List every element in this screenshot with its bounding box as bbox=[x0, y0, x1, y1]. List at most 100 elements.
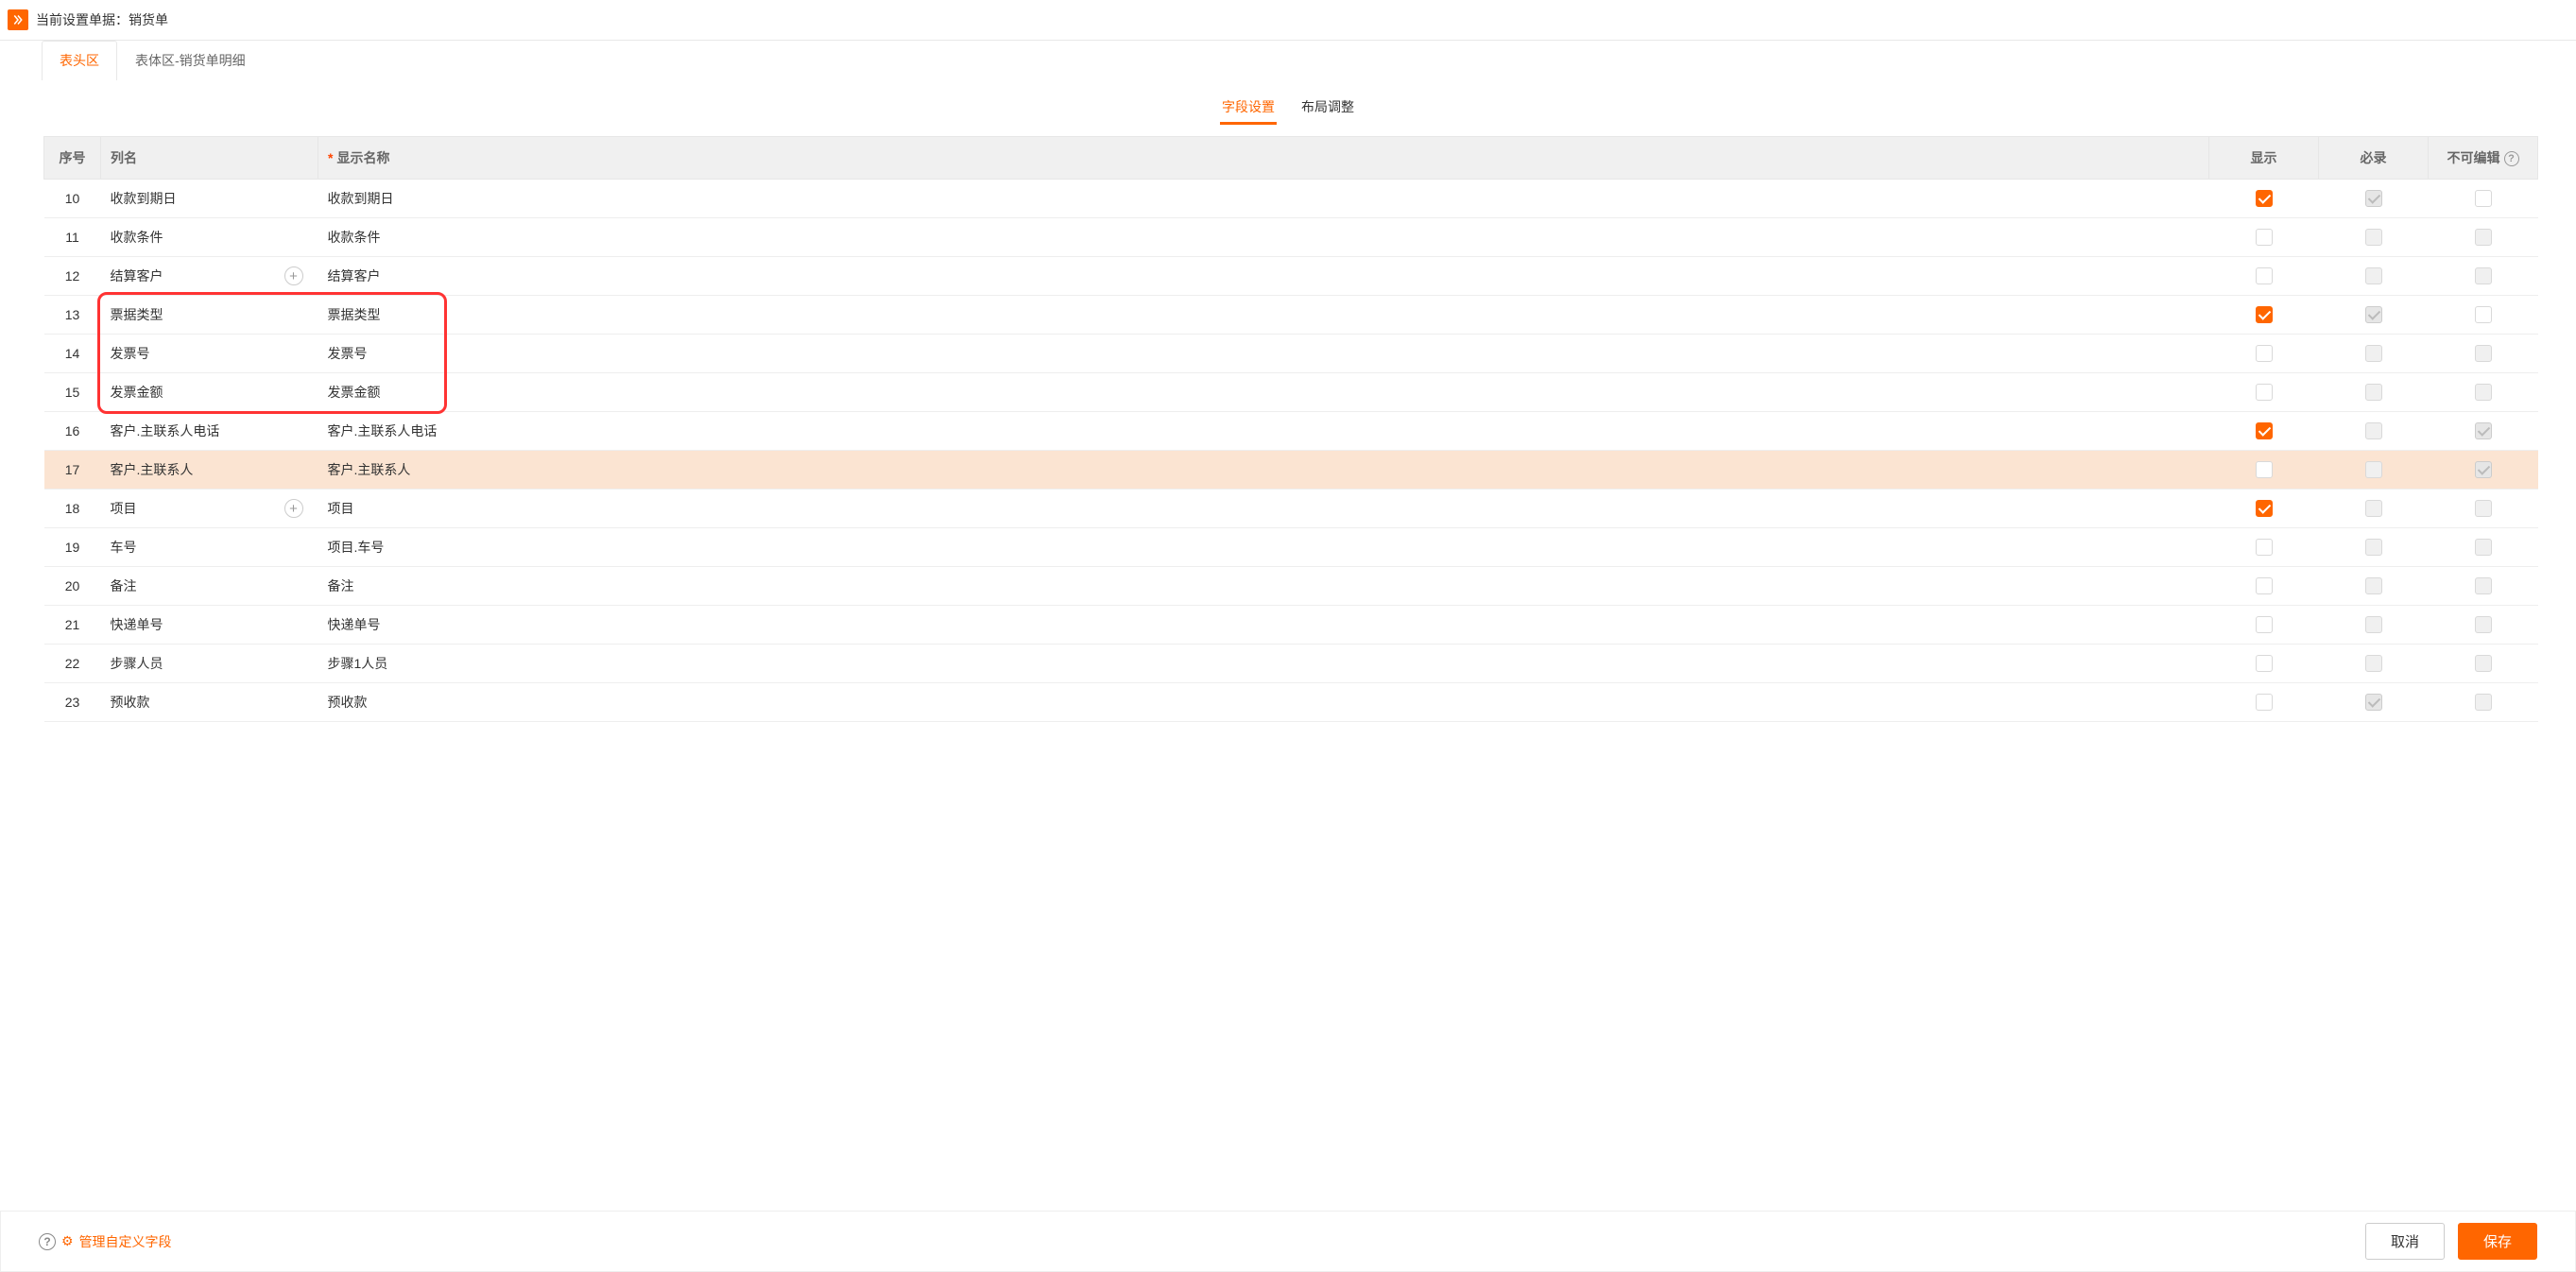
table-row[interactable]: 23预收款预收款 bbox=[44, 683, 2538, 722]
col-header-readonly: 不可编辑? bbox=[2429, 137, 2538, 180]
checkbox-show[interactable] bbox=[2256, 616, 2273, 633]
checkbox-show[interactable] bbox=[2256, 500, 2273, 517]
cell-name: 票据类型 bbox=[101, 296, 318, 335]
table-row[interactable]: 11收款条件收款条件 bbox=[44, 218, 2538, 257]
help-icon[interactable]: ? bbox=[2504, 151, 2519, 166]
footer: ? ⚙ 管理自定义字段 取消 保存 bbox=[0, 1211, 2576, 1272]
checkbox-show[interactable] bbox=[2256, 345, 2273, 362]
cell-name: 发票号 bbox=[101, 335, 318, 373]
table-row[interactable]: 13票据类型票据类型 bbox=[44, 296, 2538, 335]
cell-show bbox=[2209, 335, 2319, 373]
cell-show bbox=[2209, 257, 2319, 296]
cell-display-name[interactable]: 快递单号 bbox=[318, 606, 2209, 645]
cell-display-name[interactable]: 客户.主联系人电话 bbox=[318, 412, 2209, 451]
cell-display-name[interactable]: 项目 bbox=[318, 490, 2209, 528]
subtab[interactable]: 字段设置 bbox=[1220, 92, 1277, 125]
cell-seq: 10 bbox=[44, 180, 101, 218]
cell-show bbox=[2209, 606, 2319, 645]
cell-required bbox=[2319, 567, 2429, 606]
subtab[interactable]: 布局调整 bbox=[1299, 92, 1356, 125]
plus-icon[interactable]: + bbox=[284, 266, 303, 285]
checkbox-show[interactable] bbox=[2256, 306, 2273, 323]
checkbox-required bbox=[2365, 267, 2382, 284]
checkbox-required bbox=[2365, 229, 2382, 246]
cell-show bbox=[2209, 218, 2319, 257]
cell-readonly bbox=[2429, 451, 2538, 490]
save-button[interactable]: 保存 bbox=[2458, 1223, 2537, 1260]
cell-required bbox=[2319, 490, 2429, 528]
checkbox-show[interactable] bbox=[2256, 461, 2273, 478]
checkbox-readonly bbox=[2475, 577, 2492, 594]
table-row[interactable]: 14发票号发票号 bbox=[44, 335, 2538, 373]
cell-name: 客户.主联系人电话 bbox=[101, 412, 318, 451]
col-header-seq: 序号 bbox=[44, 137, 101, 180]
tab[interactable]: 表头区 bbox=[42, 41, 117, 80]
cell-display-name[interactable]: 预收款 bbox=[318, 683, 2209, 722]
cell-required bbox=[2319, 606, 2429, 645]
checkbox-show[interactable] bbox=[2256, 422, 2273, 439]
cell-display-name[interactable]: 发票金额 bbox=[318, 373, 2209, 412]
cell-seq: 22 bbox=[44, 645, 101, 683]
table-row[interactable]: 22步骤人员步骤1人员 bbox=[44, 645, 2538, 683]
checkbox-required bbox=[2365, 190, 2382, 207]
cancel-button[interactable]: 取消 bbox=[2365, 1223, 2445, 1260]
cell-display-name[interactable]: 步骤1人员 bbox=[318, 645, 2209, 683]
table-row[interactable]: 12结算客户+结算客户 bbox=[44, 257, 2538, 296]
checkbox-show[interactable] bbox=[2256, 655, 2273, 672]
table-row[interactable]: 21快递单号快递单号 bbox=[44, 606, 2538, 645]
tab[interactable]: 表体区-销货单明细 bbox=[117, 41, 264, 80]
cell-show bbox=[2209, 180, 2319, 218]
cell-show bbox=[2209, 412, 2319, 451]
checkbox-readonly bbox=[2475, 345, 2492, 362]
checkbox-required bbox=[2365, 655, 2382, 672]
checkbox-readonly bbox=[2475, 461, 2492, 478]
cell-readonly bbox=[2429, 606, 2538, 645]
table-row[interactable]: 17客户.主联系人客户.主联系人 bbox=[44, 451, 2538, 490]
cell-display-name[interactable]: 收款到期日 bbox=[318, 180, 2209, 218]
checkbox-show[interactable] bbox=[2256, 229, 2273, 246]
manage-custom-fields-link[interactable]: 管理自定义字段 bbox=[79, 1232, 172, 1251]
checkbox-readonly bbox=[2475, 655, 2492, 672]
checkbox-show[interactable] bbox=[2256, 539, 2273, 556]
cell-name: 快递单号 bbox=[101, 606, 318, 645]
plus-icon[interactable]: + bbox=[284, 499, 303, 518]
header-label: 当前设置单据：销货单 bbox=[36, 10, 168, 29]
cell-readonly bbox=[2429, 412, 2538, 451]
cell-display-name[interactable]: 发票号 bbox=[318, 335, 2209, 373]
table-row[interactable]: 20备注备注 bbox=[44, 567, 2538, 606]
help-icon[interactable]: ? bbox=[39, 1233, 56, 1250]
checkbox-show[interactable] bbox=[2256, 267, 2273, 284]
cell-seq: 19 bbox=[44, 528, 101, 567]
cell-display-name[interactable]: 收款条件 bbox=[318, 218, 2209, 257]
cell-seq: 16 bbox=[44, 412, 101, 451]
cell-required bbox=[2319, 451, 2429, 490]
cell-required bbox=[2319, 528, 2429, 567]
checkbox-readonly bbox=[2475, 694, 2492, 711]
cell-required bbox=[2319, 412, 2429, 451]
cell-show bbox=[2209, 373, 2319, 412]
cell-required bbox=[2319, 645, 2429, 683]
cell-readonly bbox=[2429, 567, 2538, 606]
cell-display-name[interactable]: 客户.主联系人 bbox=[318, 451, 2209, 490]
cell-display-name[interactable]: 项目.车号 bbox=[318, 528, 2209, 567]
cell-display-name[interactable]: 结算客户 bbox=[318, 257, 2209, 296]
checkbox-show[interactable] bbox=[2256, 577, 2273, 594]
checkbox-show[interactable] bbox=[2256, 384, 2273, 401]
checkbox-show[interactable] bbox=[2256, 694, 2273, 711]
expand-button[interactable] bbox=[8, 9, 28, 30]
checkbox-readonly[interactable] bbox=[2475, 306, 2492, 323]
cell-name: 项目+ bbox=[101, 490, 318, 528]
cell-display-name[interactable]: 票据类型 bbox=[318, 296, 2209, 335]
table-row[interactable]: 15发票金额发票金额 bbox=[44, 373, 2538, 412]
main-tabs: 表头区表体区-销货单明细 bbox=[0, 41, 2576, 80]
cell-display-name[interactable]: 备注 bbox=[318, 567, 2209, 606]
table-row[interactable]: 19车号项目.车号 bbox=[44, 528, 2538, 567]
table-row[interactable]: 18项目+项目 bbox=[44, 490, 2538, 528]
cell-required bbox=[2319, 373, 2429, 412]
checkbox-readonly[interactable] bbox=[2475, 190, 2492, 207]
cell-name: 发票金额 bbox=[101, 373, 318, 412]
table-row[interactable]: 10收款到期日收款到期日 bbox=[44, 180, 2538, 218]
checkbox-show[interactable] bbox=[2256, 190, 2273, 207]
cell-readonly bbox=[2429, 645, 2538, 683]
table-row[interactable]: 16客户.主联系人电话客户.主联系人电话 bbox=[44, 412, 2538, 451]
